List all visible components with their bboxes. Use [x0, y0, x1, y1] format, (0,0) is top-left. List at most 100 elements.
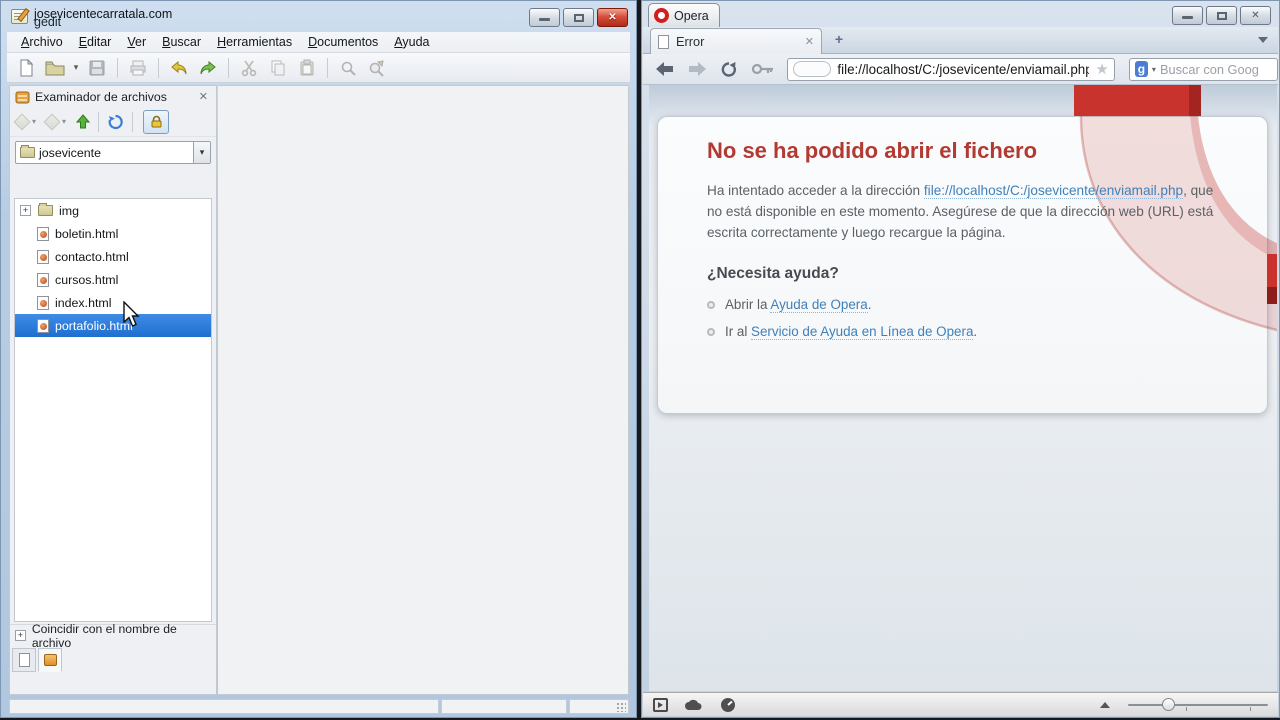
error-url-link[interactable]: file://localhost/C:/josevicente/enviamai… — [923, 183, 1184, 199]
tree-row-portafolio-selected[interactable]: portafolio.html — [15, 314, 211, 337]
tree-item-label: cursos.html — [55, 272, 119, 287]
tab-error[interactable]: Error ✕ — [650, 28, 822, 54]
open-dropdown-icon[interactable]: ▾ — [71, 62, 81, 73]
gedit-statusbar — [9, 699, 629, 714]
help-item: Ir al Servicio de Ayuda en Línea de Oper… — [707, 324, 1237, 341]
up-icon[interactable] — [76, 114, 91, 129]
undo-icon[interactable] — [166, 56, 192, 80]
html-file-icon — [37, 295, 49, 310]
error-page: No se ha podido abrir el fichero Ha inte… — [649, 85, 1277, 691]
back-dropdown-icon[interactable]: ▾ — [32, 117, 36, 126]
tree-row-img[interactable]: + img — [15, 199, 211, 222]
close-button[interactable]: ✕ — [1240, 6, 1271, 25]
panels-toggle-icon[interactable] — [653, 697, 668, 712]
refresh-icon[interactable] — [107, 114, 124, 130]
opera-menu-button[interactable]: Opera — [648, 3, 720, 27]
tab-list-chevron-icon[interactable] — [1258, 37, 1268, 43]
gedit-app-icon — [11, 9, 28, 24]
gedit-toolbar: ▾ — [7, 53, 630, 83]
menu-ver[interactable]: Ver — [119, 33, 154, 51]
address-bar[interactable]: ★ — [787, 57, 1115, 81]
new-document-icon[interactable] — [13, 56, 39, 80]
help-prefix: Ir al — [725, 324, 752, 340]
tab-close-icon[interactable]: ✕ — [805, 35, 814, 48]
tree-row-boletin[interactable]: boletin.html — [15, 222, 211, 245]
file-browser-panel-tab[interactable] — [38, 648, 62, 672]
menu-documentos[interactable]: Documentos — [300, 33, 386, 51]
tree-row-cursos[interactable]: cursos.html — [15, 268, 211, 291]
gedit-window: gedit josevicentecarratala.com ✕ Archivo… — [0, 0, 637, 718]
documents-panel-tab[interactable] — [12, 648, 36, 672]
html-file-icon — [37, 226, 49, 241]
cut-icon[interactable] — [236, 56, 262, 80]
forward-icon[interactable] — [43, 113, 61, 130]
statusbar-pane — [441, 699, 567, 714]
search-box[interactable]: g ▾ — [1128, 57, 1278, 81]
redo-icon[interactable] — [195, 56, 221, 80]
key-icon[interactable] — [751, 63, 774, 75]
reload-icon[interactable] — [720, 61, 738, 78]
new-tab-button[interactable]: + — [831, 32, 847, 48]
mouse-cursor — [123, 301, 140, 327]
match-filename-label: Coincidir con el nombre de archivo — [31, 621, 177, 650]
opera-link-cloud-icon[interactable] — [684, 698, 704, 711]
file-tree: + img boletin.html contacto.html cursos.… — [14, 198, 212, 622]
location-dropdown-icon[interactable]: ▾ — [193, 142, 210, 163]
opera-turbo-icon[interactable] — [720, 697, 736, 713]
address-input[interactable] — [837, 61, 1090, 77]
file-browser-icon — [43, 654, 57, 666]
search-engine-dropdown-icon[interactable]: ▾ — [1152, 65, 1156, 74]
tab-title: Error — [676, 34, 705, 49]
tree-item-label: index.html — [55, 295, 112, 310]
message-text: Ha intentado acceder a la dirección — [707, 183, 924, 198]
copy-icon[interactable] — [265, 56, 291, 80]
forward-dropdown-icon[interactable]: ▾ — [62, 117, 66, 126]
filter-lock-button[interactable] — [143, 109, 170, 134]
folder-icon — [20, 145, 35, 158]
opera-toolbar: ★ g ▾ — [643, 54, 1278, 85]
zoom-slider-thumb[interactable] — [1162, 697, 1175, 711]
security-badge[interactable] — [793, 61, 832, 77]
back-icon[interactable] — [13, 113, 31, 130]
menu-buscar[interactable]: Buscar — [154, 33, 209, 51]
search-icon[interactable] — [335, 56, 361, 80]
minimize-button[interactable] — [1172, 6, 1203, 25]
expander-icon[interactable]: + — [20, 205, 31, 216]
save-icon[interactable] — [84, 56, 110, 80]
menu-ayuda[interactable]: Ayuda — [386, 33, 437, 51]
close-button[interactable]: ✕ — [597, 8, 628, 27]
location-combobox[interactable]: josevicente ▾ — [15, 141, 211, 164]
opera-tabbar: Error ✕ + — [643, 27, 1278, 54]
panel-close-icon[interactable]: ✕ — [196, 90, 211, 103]
opera-help-link[interactable]: Ayuda de Opera — [770, 297, 868, 314]
maximize-button[interactable] — [563, 8, 594, 27]
forward-icon[interactable] — [688, 61, 707, 77]
zoom-slider[interactable] — [1128, 697, 1268, 712]
window-title: josevicentecarratala.com — [34, 7, 173, 21]
resize-grip[interactable] — [616, 702, 626, 712]
paste-icon[interactable] — [294, 56, 320, 80]
tree-row-index[interactable]: index.html — [15, 291, 211, 314]
zoom-popup-icon[interactable] — [1100, 701, 1110, 708]
statusbar-pane — [569, 699, 629, 714]
tree-row-contacto[interactable]: contacto.html — [15, 245, 211, 268]
bullet-icon — [707, 300, 715, 309]
open-file-icon[interactable] — [42, 56, 68, 80]
maximize-button[interactable] — [1206, 6, 1237, 25]
menu-editar[interactable]: Editar — [71, 33, 120, 51]
search-input[interactable] — [1159, 61, 1272, 77]
bookmark-star-icon[interactable]: ★ — [1095, 60, 1108, 78]
back-icon[interactable] — [655, 61, 674, 77]
print-icon[interactable] — [125, 56, 151, 80]
tree-item-label: boletin.html — [55, 226, 119, 241]
online-help-link[interactable]: Servicio de Ayuda en Línea de Opera — [751, 324, 974, 341]
menu-herramientas[interactable]: Herramientas — [209, 33, 300, 51]
error-message: Ha intentado acceder a la dirección file… — [707, 180, 1219, 243]
folder-icon — [38, 203, 53, 216]
match-filename-toggle[interactable]: + Coincidir con el nombre de archivo — [10, 622, 216, 650]
search-replace-icon[interactable] — [364, 56, 390, 80]
menu-archivo[interactable]: Archivo — [13, 33, 71, 51]
help-prefix: Abrir la — [725, 297, 771, 313]
minimize-button[interactable] — [529, 8, 560, 27]
gedit-editor-area[interactable] — [218, 85, 629, 695]
